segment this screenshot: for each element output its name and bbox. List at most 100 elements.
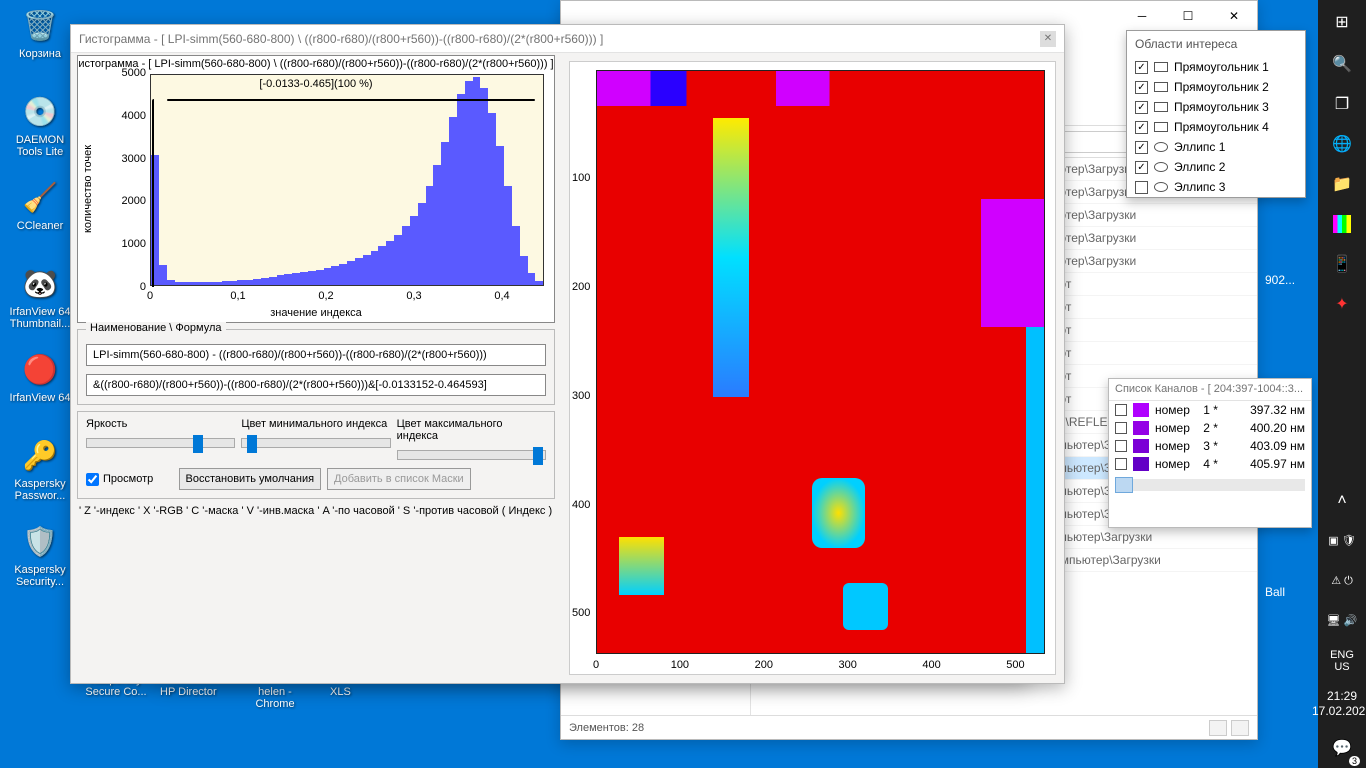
histogram-plot[interactable]: истограмма - [ LPI-simm(560-680-800) \ (…: [77, 55, 555, 323]
channels-scroll[interactable]: [1115, 479, 1305, 491]
restore-defaults-button[interactable]: Восстановить умолчания: [179, 468, 322, 490]
chevron-up-icon[interactable]: ˄: [1318, 481, 1366, 521]
roi-item[interactable]: ✓Прямоугольник 2: [1127, 77, 1305, 97]
hotkeys-hint: ' Z '-индекс ' X '-RGB ' C '-маска ' V '…: [77, 499, 555, 523]
start-button[interactable]: ⊞: [1318, 0, 1366, 44]
desktop-icon[interactable]: 🔑Kaspersky Passwor...: [4, 434, 76, 512]
app-icon: 🗑️: [19, 4, 61, 46]
histogram-bar: [512, 226, 520, 285]
channel-row[interactable]: номер2 *400.20 нм: [1109, 419, 1311, 437]
tray-av-icon[interactable]: ▣ 🛡: [1318, 521, 1366, 561]
edge-icon[interactable]: 🌐: [1318, 124, 1366, 164]
slider-max-color[interactable]: [397, 450, 546, 460]
channel-checkbox[interactable]: [1115, 422, 1127, 434]
explorer-close-button[interactable]: ✕: [1211, 1, 1257, 31]
roi-checkbox[interactable]: ✓: [1135, 121, 1148, 134]
ellipse-icon: [1154, 182, 1168, 192]
tray-net-icon[interactable]: ⚠ ⏻: [1318, 561, 1366, 601]
ytick: 3000: [114, 153, 146, 165]
channel-number: 2 *: [1196, 421, 1218, 435]
xtick: 0,1: [230, 290, 245, 302]
lang-indicator[interactable]: ENGUS: [1318, 641, 1366, 681]
tray-vol-icon[interactable]: 🖥 🔊: [1318, 601, 1366, 641]
roi-item[interactable]: ✓Эллипс 2: [1127, 157, 1305, 177]
taskbar: ⊞ 🔍 ❐ 🌐 📁 📱 ✦ ˄ ▣ 🛡 ⚠ ⏻ 🖥 🔊 ENGUS 21:291…: [1318, 0, 1366, 768]
desktop-icon[interactable]: 🐼IrfanView 64 Thumbnail...: [4, 262, 76, 340]
histogram-bar: [316, 270, 324, 285]
desktop-icon[interactable]: 🔴IrfanView 64: [4, 348, 76, 426]
channel-row[interactable]: номер4 *405.97 нм: [1109, 455, 1311, 473]
action-center-icon[interactable]: 💬3: [1318, 728, 1366, 768]
phone-icon[interactable]: 📱: [1318, 244, 1366, 284]
explorer-max-button[interactable]: ☐: [1165, 1, 1211, 31]
xtick: 0,2: [318, 290, 333, 302]
app-color-icon[interactable]: [1318, 204, 1366, 244]
desktop-label-hp: HP Director: [160, 686, 217, 698]
histogram-bar: [355, 258, 363, 285]
app-icon: 🔑: [19, 434, 61, 476]
channel-row[interactable]: номер1 *397.32 нм: [1109, 401, 1311, 419]
roi-item[interactable]: ✓Прямоугольник 1: [1127, 57, 1305, 77]
roi-checkbox[interactable]: ✓: [1135, 141, 1148, 154]
histogram-bar: [198, 282, 206, 285]
rectangle-icon: [1154, 62, 1168, 72]
roi-checkbox[interactable]: [1135, 181, 1148, 194]
roi-checkbox[interactable]: ✓: [1135, 81, 1148, 94]
histogram-bar: [371, 251, 379, 285]
view-icons-button[interactable]: [1231, 720, 1249, 736]
view-details-button[interactable]: [1209, 720, 1227, 736]
channel-row[interactable]: номер3 *403.09 нм: [1109, 437, 1311, 455]
roi-item[interactable]: ✓Прямоугольник 3: [1127, 97, 1305, 117]
roi-item[interactable]: ✓Прямоугольник 4: [1127, 117, 1305, 137]
histogram-bar: [222, 281, 230, 285]
channel-checkbox[interactable]: [1115, 404, 1127, 416]
channel-checkbox[interactable]: [1115, 440, 1127, 452]
channel-label: номер: [1155, 403, 1190, 417]
histogram-close-button[interactable]: ✕: [1040, 31, 1056, 47]
roi-item[interactable]: Эллипс 3: [1127, 177, 1305, 197]
formula-input-2[interactable]: [86, 374, 546, 396]
slider-min-color[interactable]: [241, 438, 390, 448]
roi-item[interactable]: ✓ Эллипс 1: [1127, 137, 1305, 157]
desktop-icon[interactable]: 🛡️Kaspersky Security...: [4, 520, 76, 598]
histogram-bar: [214, 282, 222, 285]
clock[interactable]: 21:2917.02.2021: [1312, 681, 1366, 728]
ytick: 0: [114, 281, 146, 293]
histogram-bar: [449, 117, 457, 285]
roi-checkbox[interactable]: ✓: [1135, 101, 1148, 114]
search-icon[interactable]: 🔍: [1318, 44, 1366, 84]
desktop-icon[interactable]: 🧹CCleaner: [4, 176, 76, 254]
roi-checkbox[interactable]: ✓: [1135, 61, 1148, 74]
channels-title: Список Каналов - [ 204:397-1004::3...: [1109, 379, 1311, 401]
explorer-min-button[interactable]: ─: [1119, 1, 1165, 31]
histogram-bar: [528, 273, 536, 285]
desktop-icon[interactable]: 🗑️Корзина: [4, 4, 76, 82]
slider-brightness[interactable]: [86, 438, 235, 448]
preview-checkbox[interactable]: Просмотр: [86, 473, 153, 486]
roi-dropdown[interactable]: Области интереса ✓Прямоугольник 1✓Прямоу…: [1126, 30, 1306, 198]
add-to-mask-button[interactable]: Добавить в список Маски: [327, 468, 471, 490]
histogram-bar: [339, 264, 347, 285]
img-xtick: 300: [838, 659, 856, 671]
histogram-bar: [457, 94, 465, 285]
histogram-bar: [206, 282, 214, 285]
channel-checkbox[interactable]: [1115, 458, 1127, 470]
puzzle-icon[interactable]: ✦: [1318, 284, 1366, 324]
formula-input-1[interactable]: [86, 344, 546, 366]
desktop-icon[interactable]: 💿DAEMON Tools Lite: [4, 90, 76, 168]
histogram-bar: [229, 281, 237, 285]
ytick: 5000: [114, 67, 146, 79]
roi-checkbox[interactable]: ✓: [1135, 161, 1148, 174]
histogram-bar: [284, 274, 292, 285]
histogram-bar: [433, 165, 441, 285]
roi-label: Эллипс 1: [1174, 140, 1225, 154]
histogram-window: Гистограмма - [ LPI-simm(560-680-800) \ …: [70, 24, 1065, 684]
status-count: Элементов: 28: [569, 722, 644, 734]
histogram-bar: [418, 203, 426, 285]
histogram-bar: [347, 261, 355, 285]
index-image-plot[interactable]: 1002003004005000100200300400500: [569, 61, 1056, 675]
img-ytick: 400: [572, 499, 590, 511]
explorer-icon[interactable]: 📁: [1318, 164, 1366, 204]
task-view-icon[interactable]: ❐: [1318, 84, 1366, 124]
histogram-bar: [378, 246, 386, 285]
